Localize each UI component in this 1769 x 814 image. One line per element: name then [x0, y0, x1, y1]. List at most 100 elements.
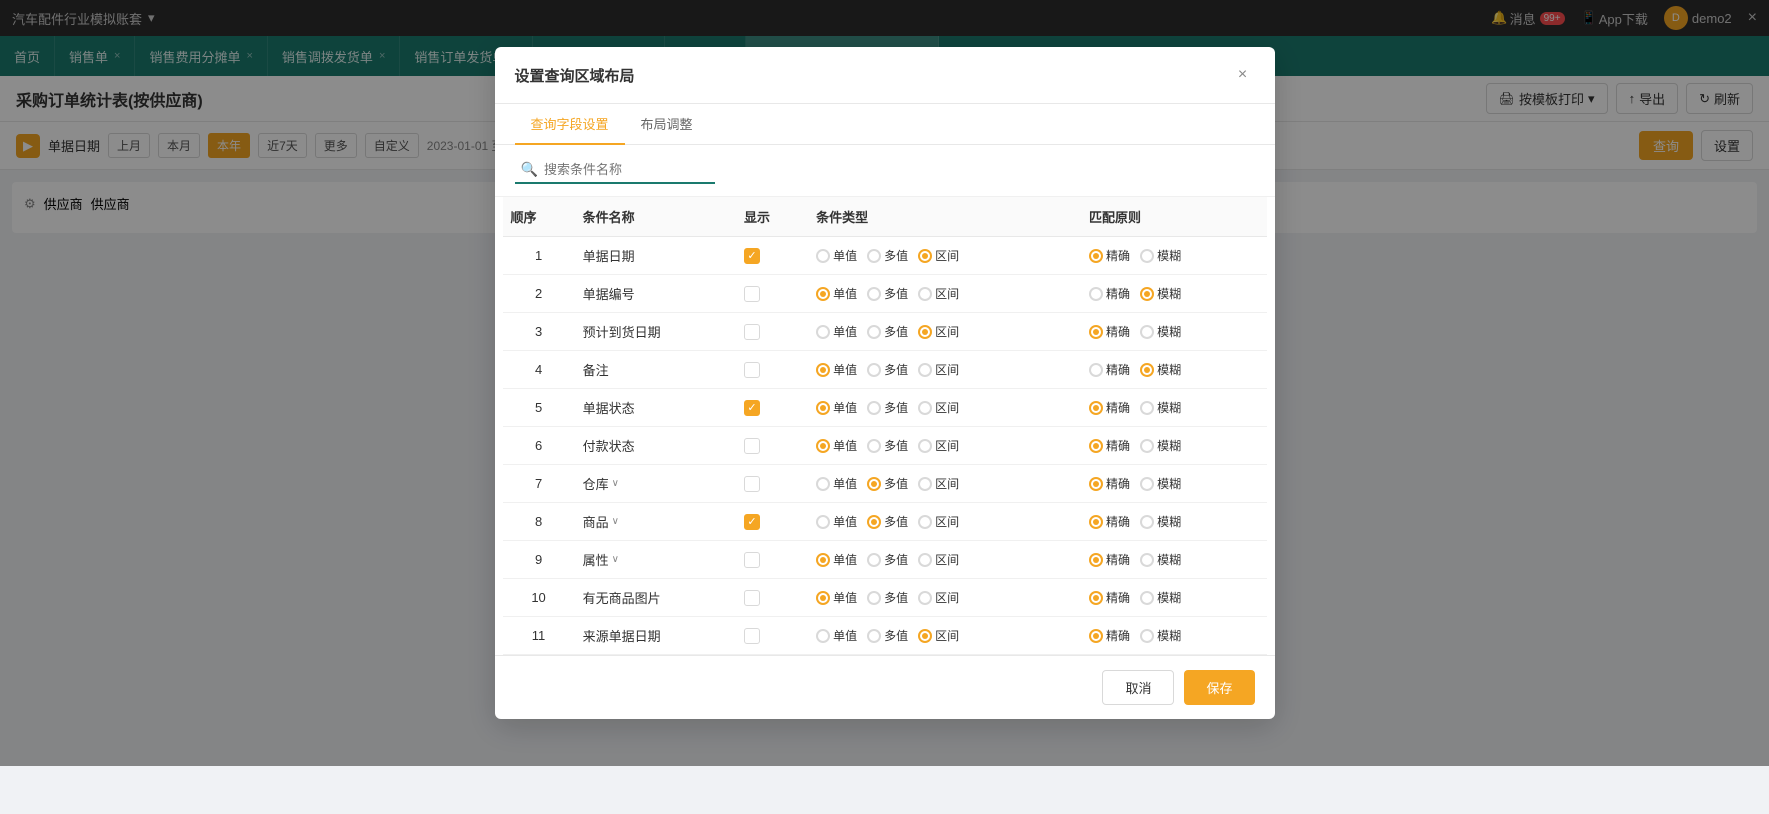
match-radio-精确[interactable]: 精确 [1089, 475, 1130, 492]
type-radio-多值[interactable]: 多值 [867, 361, 908, 378]
radio-circle [1140, 515, 1154, 529]
radio-label: 多值 [884, 399, 908, 416]
save-button[interactable]: 保存 [1184, 670, 1254, 705]
radio-circle [1089, 363, 1103, 377]
type-radio-单值[interactable]: 单值 [816, 513, 857, 530]
cell-name: 预计到货日期 [575, 313, 736, 351]
match-radio-模糊[interactable]: 模糊 [1140, 475, 1181, 492]
radio-circle [867, 553, 881, 567]
type-radio-多值[interactable]: 多值 [867, 399, 908, 416]
type-radio-多值[interactable]: 多值 [867, 627, 908, 644]
match-radio-精确[interactable]: 精确 [1089, 285, 1130, 302]
display-checkbox[interactable] [744, 514, 760, 530]
type-radio-单值[interactable]: 单值 [816, 323, 857, 340]
type-radio-单值[interactable]: 单值 [816, 399, 857, 416]
radio-label: 模糊 [1157, 361, 1181, 378]
cell-match: 精确模糊 [1081, 313, 1266, 351]
match-radio-精确[interactable]: 精确 [1089, 361, 1130, 378]
match-radio-模糊[interactable]: 模糊 [1140, 247, 1181, 264]
match-radio-精确[interactable]: 精确 [1089, 551, 1130, 568]
dialog-tab-layout[interactable]: 布局调整 [625, 104, 709, 145]
type-radio-单值[interactable]: 单值 [816, 627, 857, 644]
search-input[interactable] [544, 162, 694, 177]
type-radio-区间[interactable]: 区间 [918, 627, 959, 644]
match-radio-精确[interactable]: 精确 [1089, 513, 1130, 530]
type-radio-单值[interactable]: 单值 [816, 285, 857, 302]
display-checkbox[interactable] [744, 476, 760, 492]
type-radio-区间[interactable]: 区间 [918, 247, 959, 264]
match-radio-模糊[interactable]: 模糊 [1140, 589, 1181, 606]
match-radio-精确[interactable]: 精确 [1089, 399, 1130, 416]
radio-circle [1089, 629, 1103, 643]
radio-circle [816, 401, 830, 415]
radio-label: 模糊 [1157, 589, 1181, 606]
match-radio-精确[interactable]: 精确 [1089, 589, 1130, 606]
type-radio-多值[interactable]: 多值 [867, 551, 908, 568]
match-radio-模糊[interactable]: 模糊 [1140, 361, 1181, 378]
table-row: 3预计到货日期单值多值区间精确模糊 [503, 313, 1267, 351]
display-checkbox[interactable] [744, 248, 760, 264]
match-radio-模糊[interactable]: 模糊 [1140, 399, 1181, 416]
match-radio-模糊[interactable]: 模糊 [1140, 323, 1181, 340]
type-radio-区间[interactable]: 区间 [918, 475, 959, 492]
cancel-button[interactable]: 取消 [1102, 670, 1174, 705]
radio-label: 精确 [1106, 247, 1130, 264]
type-radio-多值[interactable]: 多值 [867, 285, 908, 302]
display-checkbox[interactable] [744, 628, 760, 644]
dialog-table: 顺序 条件名称 显示 条件类型 匹配原则 1单据日期单值多值区间精确模糊2单据编… [503, 197, 1267, 655]
type-radio-多值[interactable]: 多值 [867, 323, 908, 340]
type-radio-区间[interactable]: 区间 [918, 399, 959, 416]
type-radio-多值[interactable]: 多值 [867, 437, 908, 454]
type-radio-单值[interactable]: 单值 [816, 551, 857, 568]
cell-name: 属性∨ [575, 541, 736, 579]
radio-circle [918, 629, 932, 643]
type-radio-区间[interactable]: 区间 [918, 437, 959, 454]
cell-type: 单值 多值区间 [808, 389, 1081, 427]
type-radio-多值[interactable]: 多值 [867, 589, 908, 606]
display-checkbox[interactable] [744, 324, 760, 340]
display-checkbox[interactable] [744, 400, 760, 416]
type-radio-单值[interactable]: 单值 [816, 247, 857, 264]
type-radio-区间[interactable]: 区间 [918, 551, 959, 568]
match-radio-模糊[interactable]: 模糊 [1140, 513, 1181, 530]
type-radio-单值[interactable]: 单值 [816, 475, 857, 492]
dialog-title: 设置查询区域布局 [515, 65, 635, 86]
match-radio-模糊[interactable]: 模糊 [1140, 551, 1181, 568]
radio-label: 模糊 [1157, 627, 1181, 644]
dialog-table-wrap: 顺序 条件名称 显示 条件类型 匹配原则 1单据日期单值多值区间精确模糊2单据编… [495, 197, 1275, 655]
match-radio-模糊[interactable]: 模糊 [1140, 437, 1181, 454]
type-radio-区间[interactable]: 区间 [918, 513, 959, 530]
cell-order: 4 [503, 351, 575, 389]
radio-label: 区间 [935, 323, 959, 340]
type-radio-单值[interactable]: 单值 [816, 437, 857, 454]
radio-label: 模糊 [1157, 399, 1181, 416]
type-radio-区间[interactable]: 区间 [918, 323, 959, 340]
cell-display [736, 617, 808, 655]
type-radio-区间[interactable]: 区间 [918, 285, 959, 302]
match-radio-精确[interactable]: 精确 [1089, 627, 1130, 644]
type-radio-单值[interactable]: 单值 [816, 361, 857, 378]
type-radio-多值[interactable]: 多值 [867, 513, 908, 530]
type-radio-多值[interactable]: 多值 [867, 247, 908, 264]
match-radio-精确[interactable]: 精确 [1089, 323, 1130, 340]
display-checkbox[interactable] [744, 362, 760, 378]
match-radio-精确[interactable]: 精确 [1089, 247, 1130, 264]
type-radio-区间[interactable]: 区间 [918, 361, 959, 378]
match-radio-模糊[interactable]: 模糊 [1140, 627, 1181, 644]
radio-label: 精确 [1106, 399, 1130, 416]
match-radio-模糊[interactable]: 模糊 [1140, 285, 1181, 302]
display-checkbox[interactable] [744, 286, 760, 302]
display-checkbox[interactable] [744, 552, 760, 568]
cell-name: 仓库∨ [575, 465, 736, 503]
cell-match: 精确 模糊 [1081, 617, 1266, 655]
type-radio-区间[interactable]: 区间 [918, 589, 959, 606]
match-radio-精确[interactable]: 精确 [1089, 437, 1130, 454]
type-radio-单值[interactable]: 单值 [816, 589, 857, 606]
type-radio-多值[interactable]: 多值 [867, 475, 908, 492]
dialog-tab-query-fields[interactable]: 查询字段设置 [515, 104, 625, 145]
display-checkbox[interactable] [744, 590, 760, 606]
dialog-close-button[interactable]: × [1231, 63, 1255, 87]
cell-type: 单值多值区间 [808, 427, 1081, 465]
radio-circle [1140, 439, 1154, 453]
display-checkbox[interactable] [744, 438, 760, 454]
